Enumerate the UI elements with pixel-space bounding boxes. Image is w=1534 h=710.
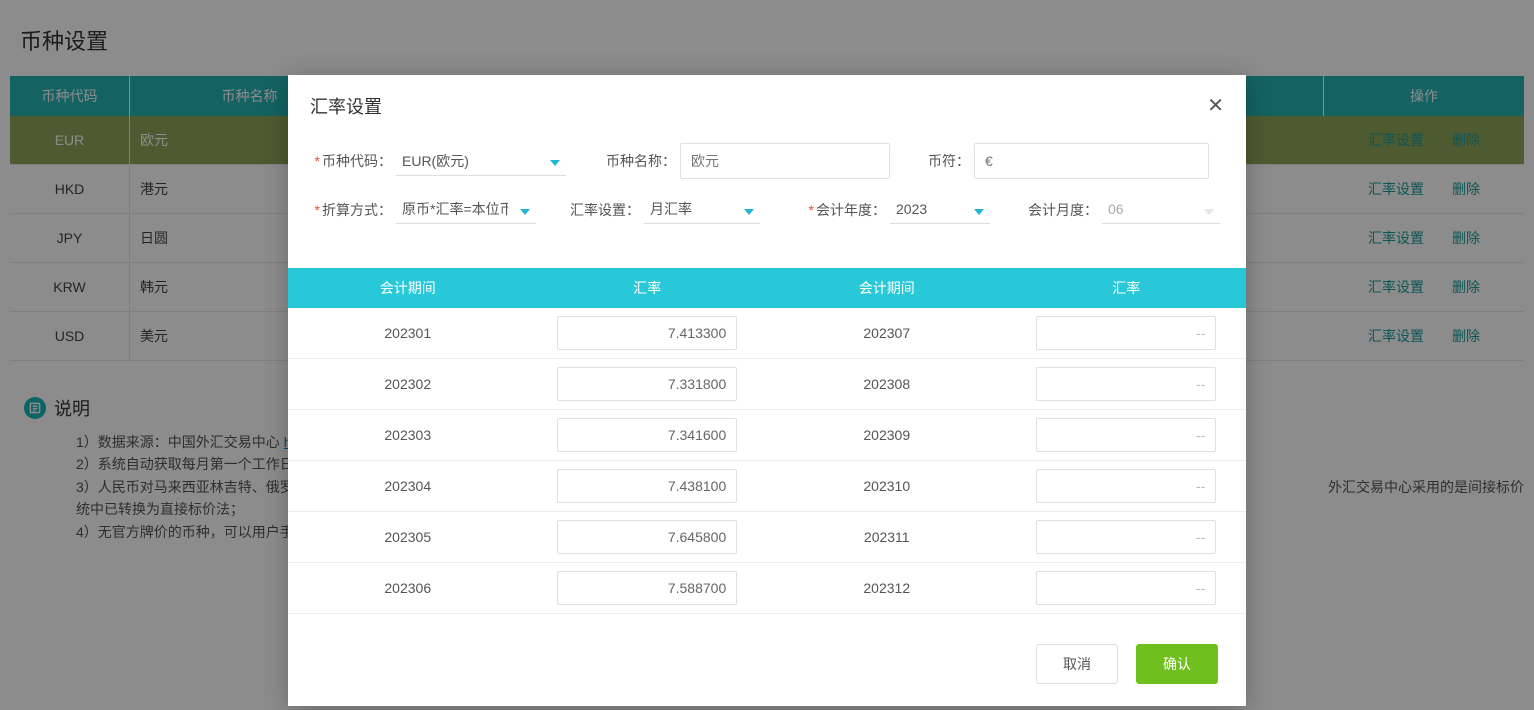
rate-input[interactable] <box>557 367 737 401</box>
period-cell: 202310 <box>767 461 1007 512</box>
rate-input[interactable] <box>557 418 737 452</box>
rate-input[interactable] <box>1036 367 1216 401</box>
period-cell: 202308 <box>767 359 1007 410</box>
rate-input[interactable] <box>1036 571 1216 605</box>
rate-row: 202303 202309 <box>288 410 1246 461</box>
rate-input[interactable] <box>1036 418 1216 452</box>
close-icon[interactable]: ✕ <box>1207 96 1224 116</box>
period-cell: 202307 <box>767 308 1007 359</box>
rate-input[interactable] <box>557 469 737 503</box>
conv-method-select[interactable] <box>396 195 536 224</box>
rate-setting-select[interactable] <box>644 195 760 224</box>
period-cell: 202312 <box>767 563 1007 614</box>
rate-table: 会计期间 汇率 会计期间 汇率 202301 202307 202302 202308… <box>288 268 1246 614</box>
rate-input[interactable] <box>557 571 737 605</box>
rate-input[interactable] <box>557 520 737 554</box>
rate-input[interactable] <box>1036 469 1216 503</box>
cancel-button[interactable]: 取消 <box>1036 644 1118 684</box>
label-ratesetting: 汇率设置： <box>560 200 644 220</box>
rate-row: 202302 202308 <box>288 359 1246 410</box>
rate-dialog: 汇率设置 ✕ *币种代码： 币种名称： 币符： <box>288 75 1246 706</box>
rate-row: 202305 202311 <box>288 512 1246 563</box>
period-cell: 202309 <box>767 410 1007 461</box>
rate-row: 202306 202312 <box>288 563 1246 614</box>
dialog-title: 汇率设置 <box>310 93 382 119</box>
period-cell: 202311 <box>767 512 1007 563</box>
label-convmethod: *折算方式： <box>302 200 396 220</box>
currency-code-select[interactable] <box>396 147 566 176</box>
label-symbol: 币符： <box>920 151 974 171</box>
label-code: *币种代码： <box>302 151 396 171</box>
period-cell: 202304 <box>288 461 528 512</box>
rate-input[interactable] <box>1036 316 1216 350</box>
currency-name-input[interactable] <box>680 143 890 179</box>
period-cell: 202306 <box>288 563 528 614</box>
col-rate-r: 汇率 <box>1007 268 1247 308</box>
period-cell: 202302 <box>288 359 528 410</box>
period-cell: 202301 <box>288 308 528 359</box>
confirm-button[interactable]: 确认 <box>1136 644 1218 684</box>
fiscal-period-select <box>1102 195 1220 224</box>
col-rate-l: 汇率 <box>528 268 768 308</box>
col-period-l: 会计期间 <box>288 268 528 308</box>
modal-overlay: 汇率设置 ✕ *币种代码： 币种名称： 币符： <box>0 0 1534 710</box>
rate-input[interactable] <box>557 316 737 350</box>
label-fiscalyear: *会计年度： <box>790 200 890 220</box>
rate-row: 202301 202307 <box>288 308 1246 359</box>
period-cell: 202303 <box>288 410 528 461</box>
rate-input[interactable] <box>1036 520 1216 554</box>
col-period-r: 会计期间 <box>767 268 1007 308</box>
label-fiscalperiod: 会计月度： <box>1014 200 1102 220</box>
label-name: 币种名称： <box>596 151 680 171</box>
fiscal-year-select[interactable] <box>890 195 990 224</box>
rate-row: 202304 202310 <box>288 461 1246 512</box>
currency-symbol-input[interactable] <box>974 143 1209 179</box>
period-cell: 202305 <box>288 512 528 563</box>
